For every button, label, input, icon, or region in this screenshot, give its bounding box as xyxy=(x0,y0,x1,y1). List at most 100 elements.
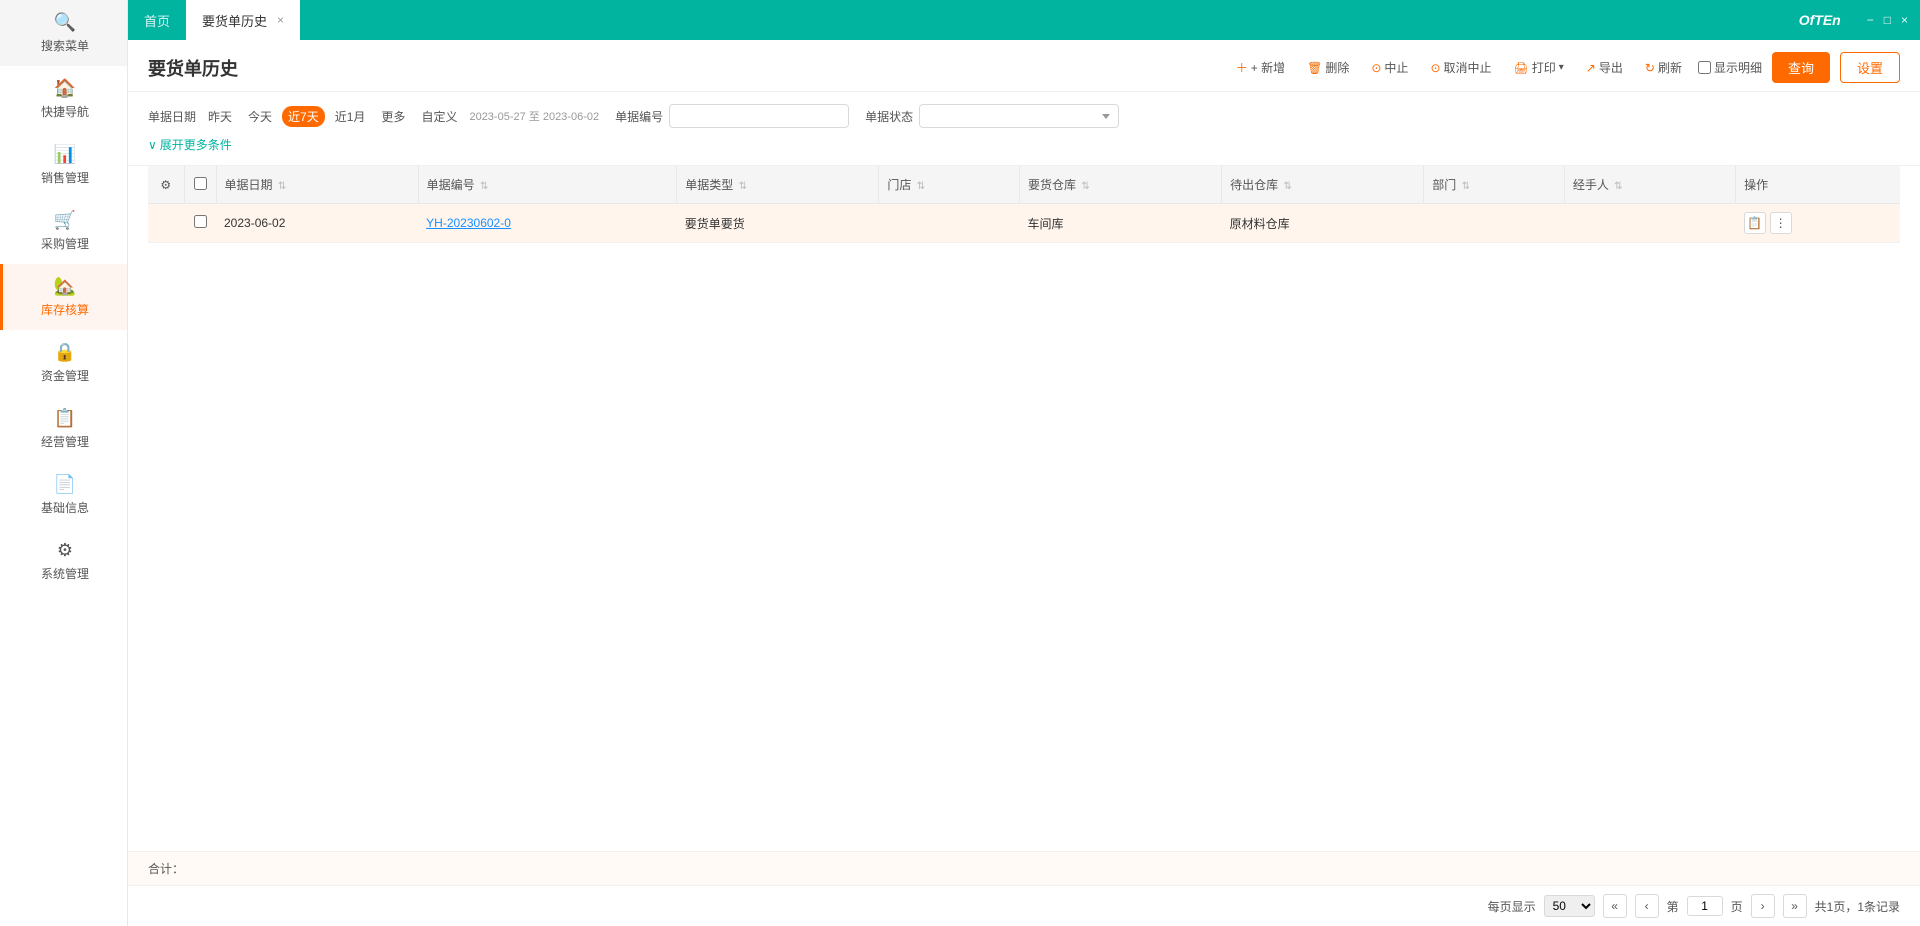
settings-button[interactable]: 设置 xyxy=(1840,52,1900,83)
maximize-icon[interactable]: □ xyxy=(1884,13,1891,27)
sort-wait-warehouse-icon: ⇅ xyxy=(1283,181,1291,192)
suspend-button[interactable]: ⊙ 中止 xyxy=(1365,55,1414,80)
row-no-0[interactable]: YH-20230602-0 xyxy=(418,204,677,243)
th-handler[interactable]: 经手人 ⇅ xyxy=(1564,166,1735,204)
sidebar-label-sales: 销售管理 xyxy=(41,169,89,186)
export-button[interactable]: ↗ 导出 xyxy=(1580,55,1629,80)
sort-type-icon: ⇅ xyxy=(739,181,747,192)
row-edit-btn-0[interactable]: 📋 xyxy=(1744,212,1766,234)
th-date[interactable]: 单据日期 ⇅ xyxy=(216,166,418,204)
refresh-icon: ↻ xyxy=(1645,61,1655,75)
close-window-icon[interactable]: × xyxy=(1901,13,1908,27)
th-settings[interactable]: ⚙ xyxy=(148,166,184,204)
th-dept-label: 部门 xyxy=(1432,178,1456,192)
sidebar-label-operations: 经营管理 xyxy=(41,433,89,450)
shortcut-more[interactable]: 更多 xyxy=(375,106,411,127)
tab-active[interactable]: 要货单历史 × xyxy=(186,0,300,40)
cancel-suspend-button[interactable]: ⊙ 取消中止 xyxy=(1424,55,1497,80)
th-checkbox xyxy=(184,166,216,204)
row-store-0 xyxy=(879,204,1020,243)
date-range-text: 2023-05-27 至 2023-06-02 xyxy=(469,111,599,123)
page-number-input[interactable] xyxy=(1687,896,1723,916)
th-dept[interactable]: 部门 ⇅ xyxy=(1424,166,1565,204)
table-row[interactable]: 2023-06-02 YH-20230602-0 要货单要货 车间库 原材料仓库… xyxy=(148,204,1900,243)
sidebar-icon-finance: 🔒 xyxy=(54,342,76,363)
data-table: ⚙ 单据日期 ⇅ 单据编号 ⇅ 单据类型 xyxy=(148,166,1900,243)
sidebar-item-operations[interactable]: 📋经营管理 xyxy=(0,396,127,462)
prev-page-button[interactable]: ‹ xyxy=(1635,894,1659,918)
row-wait-warehouse-0: 原材料仓库 xyxy=(1222,204,1424,243)
th-action: 操作 xyxy=(1736,166,1900,204)
expand-label: 展开更多条件 xyxy=(160,136,232,153)
tab-home[interactable]: 首页 xyxy=(128,0,186,40)
shortcut-yesterday[interactable]: 昨天 xyxy=(202,106,238,127)
sidebar-item-system[interactable]: ⚙系统管理 xyxy=(0,528,127,594)
minimize-icon[interactable]: − xyxy=(1867,13,1874,27)
sidebar-item-sales[interactable]: 📊 销售管理 xyxy=(0,132,127,198)
first-page-button[interactable]: « xyxy=(1603,894,1627,918)
sidebar-item-inventory[interactable]: 🏡库存核算 xyxy=(0,264,127,330)
bill-no-label: 单据编号 xyxy=(615,108,663,125)
close-tab-icon[interactable]: × xyxy=(277,13,284,27)
suspend-icon: ⊙ xyxy=(1371,61,1381,75)
print-icon: 🖨 xyxy=(1514,61,1529,75)
row-date-0: 2023-06-02 xyxy=(216,204,418,243)
sidebar-item-search[interactable]: 🔍搜索菜单 xyxy=(0,0,127,66)
sidebar-item-purchase[interactable]: 🛒采购管理 xyxy=(0,198,127,264)
th-req-warehouse[interactable]: 要货仓库 ⇅ xyxy=(1019,166,1221,204)
print-dropdown-icon[interactable]: ▾ xyxy=(1559,62,1564,73)
display-detail-toggle[interactable]: 显示明细 xyxy=(1698,59,1762,76)
row-checkbox-0[interactable] xyxy=(184,204,216,243)
row-type-0: 要货单要货 xyxy=(677,204,879,243)
cancel-suspend-icon: ⊙ xyxy=(1430,61,1440,75)
new-button[interactable]: ＋ + 新增 xyxy=(1230,55,1291,80)
th-store[interactable]: 门店 ⇅ xyxy=(879,166,1020,204)
th-wait-warehouse[interactable]: 待出仓库 ⇅ xyxy=(1222,166,1424,204)
select-all-checkbox[interactable] xyxy=(194,177,207,190)
print-button[interactable]: 🖨 打印 ▾ xyxy=(1508,55,1570,80)
per-page-select[interactable]: 50 10 20 100 xyxy=(1544,895,1595,917)
filter-area: 单据日期 昨天 今天 近7天 近1月 更多 自定义 2023-05-27 至 2… xyxy=(128,92,1920,166)
sort-req-warehouse-icon: ⇅ xyxy=(1081,181,1089,192)
per-page-label: 每页显示 xyxy=(1488,898,1536,915)
new-label: + 新增 xyxy=(1251,59,1285,76)
refresh-button[interactable]: ↻ 刷新 xyxy=(1639,55,1688,80)
topbar: 首页 要货单历史 × OfTEn − □ × xyxy=(128,0,1920,40)
bill-no-filter-group: 单据编号 xyxy=(615,104,849,128)
th-req-warehouse-label: 要货仓库 xyxy=(1028,178,1076,192)
delete-button[interactable]: 🗑 删除 xyxy=(1301,55,1355,80)
sidebar-item-finance[interactable]: 🔒资金管理 xyxy=(0,330,127,396)
row-more-btn-0[interactable]: ⋮ xyxy=(1770,212,1792,234)
shortcut-7days[interactable]: 近7天 xyxy=(282,106,325,127)
bill-no-input[interactable] xyxy=(669,104,849,128)
th-type[interactable]: 单据类型 ⇅ xyxy=(677,166,879,204)
shortcut-custom[interactable]: 自定义 xyxy=(415,106,463,127)
page-header: 要货单历史 ＋ + 新增 🗑 删除 ⊙ 中止 ⊙ 取消中止 xyxy=(128,40,1920,92)
row-handler-0 xyxy=(1564,204,1735,243)
th-wait-warehouse-label: 待出仓库 xyxy=(1230,178,1278,192)
table-header-row: ⚙ 单据日期 ⇅ 单据编号 ⇅ 单据类型 xyxy=(148,166,1900,204)
next-page-button[interactable]: › xyxy=(1751,894,1775,918)
status-select[interactable] xyxy=(919,104,1119,128)
cancel-suspend-label: 取消中止 xyxy=(1444,59,1492,76)
row-req-warehouse-0: 车间库 xyxy=(1019,204,1221,243)
sidebar-icon-inventory: 🏡 xyxy=(54,276,76,297)
display-detail-checkbox[interactable] xyxy=(1698,61,1711,74)
shortcut-1month[interactable]: 近1月 xyxy=(329,106,372,127)
sidebar-item-nav[interactable]: 🏠快捷导航 xyxy=(0,66,127,132)
total-row: 合计： xyxy=(128,852,1920,886)
display-detail-label: 显示明细 xyxy=(1714,59,1762,76)
expand-more-button[interactable]: ∨ 展开更多条件 xyxy=(148,136,1900,153)
total-info: 共1页，1条记录 xyxy=(1815,898,1900,915)
sidebar-icon-sales: 📊 xyxy=(54,144,76,165)
shortcut-today[interactable]: 今天 xyxy=(242,106,278,127)
page-title: 要货单历史 xyxy=(148,55,1230,81)
last-page-button[interactable]: » xyxy=(1783,894,1807,918)
page-label: 第 xyxy=(1667,898,1679,915)
row-dept-0 xyxy=(1424,204,1565,243)
query-button[interactable]: 查询 xyxy=(1772,52,1830,83)
print-label: 打印 xyxy=(1532,59,1556,76)
sidebar-item-basic[interactable]: 📄基础信息 xyxy=(0,462,127,528)
sort-no-icon: ⇅ xyxy=(480,181,488,192)
th-no[interactable]: 单据编号 ⇅ xyxy=(418,166,677,204)
